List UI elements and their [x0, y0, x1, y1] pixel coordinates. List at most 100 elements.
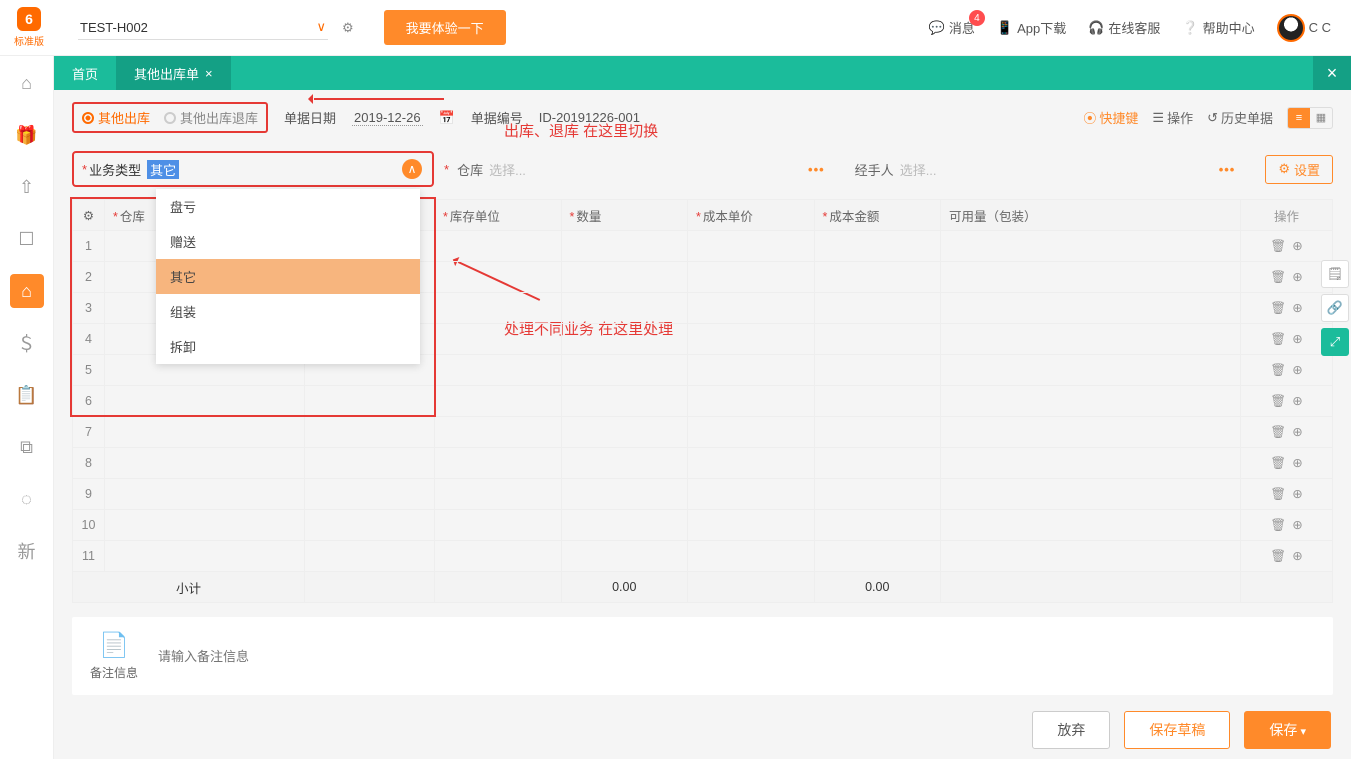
message-badge: 4 — [969, 10, 985, 26]
company-name: TEST-H002 — [80, 20, 148, 35]
nav-new-icon[interactable]: 新 — [10, 534, 44, 568]
warehouse-field[interactable]: * 仓库 选择... ••• — [444, 160, 845, 179]
help-icon: ❔ — [1182, 20, 1198, 36]
business-type-label: 业务类型 — [89, 160, 141, 179]
delete-icon[interactable]: 🗑 — [1270, 518, 1286, 532]
user-menu[interactable]: C C — [1277, 14, 1331, 42]
history-button[interactable]: ↺ 历史单据 — [1207, 108, 1273, 127]
help-center-button[interactable]: ❔ 帮助中心 — [1182, 18, 1254, 37]
logo-icon: 6 — [17, 7, 41, 31]
chevron-down-icon: ∨ — [316, 19, 326, 35]
add-icon[interactable]: ⊕ — [1292, 332, 1302, 346]
gear-icon[interactable]: ⚙ — [342, 20, 354, 36]
delete-icon[interactable]: 🗑 — [1270, 239, 1286, 253]
field-row: * 业务类型 其它 ∧ 盘亏 赠送 其它 组装 拆卸 * 仓库 选择... ••… — [72, 151, 1333, 187]
doc-date-value[interactable]: 2019-12-26 — [352, 110, 423, 126]
add-icon[interactable]: ⊕ — [1292, 239, 1302, 253]
nav-warehouse-icon[interactable]: ⌂ — [10, 274, 44, 308]
tab-home[interactable]: 首页 — [54, 56, 116, 90]
list-view-icon[interactable]: ≡ — [1288, 108, 1310, 128]
add-icon[interactable]: ⊕ — [1292, 425, 1302, 439]
add-icon[interactable]: ⊕ — [1292, 456, 1302, 470]
more-icon[interactable]: ••• — [1219, 162, 1256, 177]
company-select[interactable]: TEST-H002 ∨ — [78, 15, 328, 40]
remark-input[interactable] — [158, 649, 1315, 664]
try-button[interactable]: 我要体验一下 — [384, 10, 506, 45]
dropdown-opt-gift[interactable]: 赠送 — [156, 224, 420, 259]
radio-other-outbound-return[interactable]: 其他出库退库 — [164, 108, 258, 127]
save-button[interactable]: 保存 — [1244, 711, 1331, 749]
settings-button[interactable]: ⚙ 设置 — [1265, 155, 1333, 184]
nav-out-icon[interactable]: ⇧ — [10, 170, 44, 204]
chevron-up-icon[interactable]: ∧ — [402, 159, 422, 179]
link-icon[interactable]: 🔗 — [1321, 294, 1349, 322]
add-icon[interactable]: ⊕ — [1292, 487, 1302, 501]
table-row[interactable]: 6🗑⊕ — [73, 386, 1333, 417]
logo: 6 标准版 — [10, 7, 48, 48]
grid-view-icon[interactable]: ▦ — [1310, 108, 1332, 128]
outbound-type-radio-group: 其他出库 其他出库退库 — [72, 102, 268, 133]
table-row[interactable]: 7🗑⊕ — [73, 417, 1333, 448]
table-row[interactable]: 8🗑⊕ — [73, 448, 1333, 479]
add-icon[interactable]: ⊕ — [1292, 394, 1302, 408]
left-rail: ⌂ 🎁 ⇧ ☐ ⌂ ＄ 📋 ⧉ ◌ 新 — [0, 56, 54, 759]
delete-icon[interactable]: 🗑 — [1270, 270, 1286, 284]
add-icon[interactable]: ⊕ — [1292, 301, 1302, 315]
app-download-button[interactable]: 📱 App下载 — [997, 18, 1066, 37]
remark-icon: 📄备注信息 — [90, 631, 138, 681]
add-icon[interactable]: ⊕ — [1292, 518, 1302, 532]
dropdown-opt-loss[interactable]: 盘亏 — [156, 189, 420, 224]
business-type-field[interactable]: * 业务类型 其它 ∧ 盘亏 赠送 其它 组装 拆卸 — [72, 151, 434, 187]
delete-icon[interactable]: 🗑 — [1270, 332, 1286, 346]
subtotal-row: 小计 0.00 0.00 — [73, 572, 1333, 603]
delete-icon[interactable]: 🗑 — [1270, 394, 1286, 408]
discard-button[interactable]: 放弃 — [1032, 711, 1110, 749]
top-bar: 6 标准版 TEST-H002 ∨ ⚙ 我要体验一下 💬 消息 4 📱 App下… — [0, 0, 1351, 56]
delete-icon[interactable]: 🗑 — [1270, 363, 1286, 377]
col-settings-icon[interactable]: ⚙ — [73, 200, 105, 231]
tab-other-outbound[interactable]: 其他出库单 × — [116, 56, 231, 90]
avatar — [1277, 14, 1305, 42]
annotation-arrow-1 — [314, 98, 444, 100]
footer-actions: 放弃 保存草稿 保存 — [72, 695, 1333, 763]
handler-field[interactable]: 经手人 选择... ••• — [855, 160, 1256, 179]
toolbar-row: 其他出库 其他出库退库 单据日期 2019-12-26 📅 单据编号 ID-20… — [72, 102, 1333, 133]
customer-service-button[interactable]: 🎧 在线客服 — [1088, 18, 1160, 37]
close-icon[interactable]: × — [205, 66, 213, 81]
nav-card-icon[interactable]: ⧉ — [10, 430, 44, 464]
save-draft-button[interactable]: 保存草稿 — [1124, 711, 1230, 749]
table-row[interactable]: 11🗑⊕ — [73, 541, 1333, 572]
table-row[interactable]: 10🗑⊕ — [73, 510, 1333, 541]
calendar-icon[interactable]: 📅 — [439, 110, 455, 126]
add-icon[interactable]: ⊕ — [1292, 270, 1302, 284]
add-icon[interactable]: ⊕ — [1292, 363, 1302, 377]
dropdown-opt-other[interactable]: 其它 — [156, 259, 420, 294]
close-all-tabs[interactable]: × — [1313, 56, 1351, 90]
add-icon[interactable]: ⊕ — [1292, 549, 1302, 563]
messages-button[interactable]: 💬 消息 4 — [929, 18, 975, 37]
more-icon[interactable]: ••• — [808, 162, 845, 177]
view-toggle[interactable]: ≡ ▦ — [1287, 107, 1333, 129]
delete-icon[interactable]: 🗑 — [1270, 549, 1286, 563]
expand-icon[interactable]: ⤢ — [1321, 328, 1349, 356]
delete-icon[interactable]: 🗑 — [1270, 456, 1286, 470]
operations-button[interactable]: ☰ 操作 — [1152, 108, 1193, 127]
nav-home-icon[interactable]: ⌂ — [10, 66, 44, 100]
note-icon[interactable]: 🗒 — [1321, 260, 1349, 288]
tab-strip: 首页 其他出库单 × × — [54, 56, 1351, 90]
delete-icon[interactable]: 🗑 — [1270, 301, 1286, 315]
radio-other-outbound[interactable]: 其他出库 — [82, 108, 150, 127]
hotkey-button[interactable]: ⦿ 快捷键 — [1083, 108, 1138, 127]
dropdown-opt-assemble[interactable]: 组装 — [156, 294, 420, 329]
nav-bag-icon[interactable]: ☐ — [10, 222, 44, 256]
table-row[interactable]: 9🗑⊕ — [73, 479, 1333, 510]
right-tools: ⦿ 快捷键 ☰ 操作 ↺ 历史单据 ≡ ▦ — [1083, 107, 1333, 129]
delete-icon[interactable]: 🗑 — [1270, 487, 1286, 501]
nav-gift-icon[interactable]: 🎁 — [10, 118, 44, 152]
nav-money-icon[interactable]: ＄ — [10, 326, 44, 360]
nav-sync-icon[interactable]: ◌ — [10, 482, 44, 516]
delete-icon[interactable]: 🗑 — [1270, 425, 1286, 439]
warehouse-placeholder: 选择... — [489, 160, 526, 179]
nav-clip-icon[interactable]: 📋 — [10, 378, 44, 412]
dropdown-opt-disassemble[interactable]: 拆卸 — [156, 329, 420, 364]
